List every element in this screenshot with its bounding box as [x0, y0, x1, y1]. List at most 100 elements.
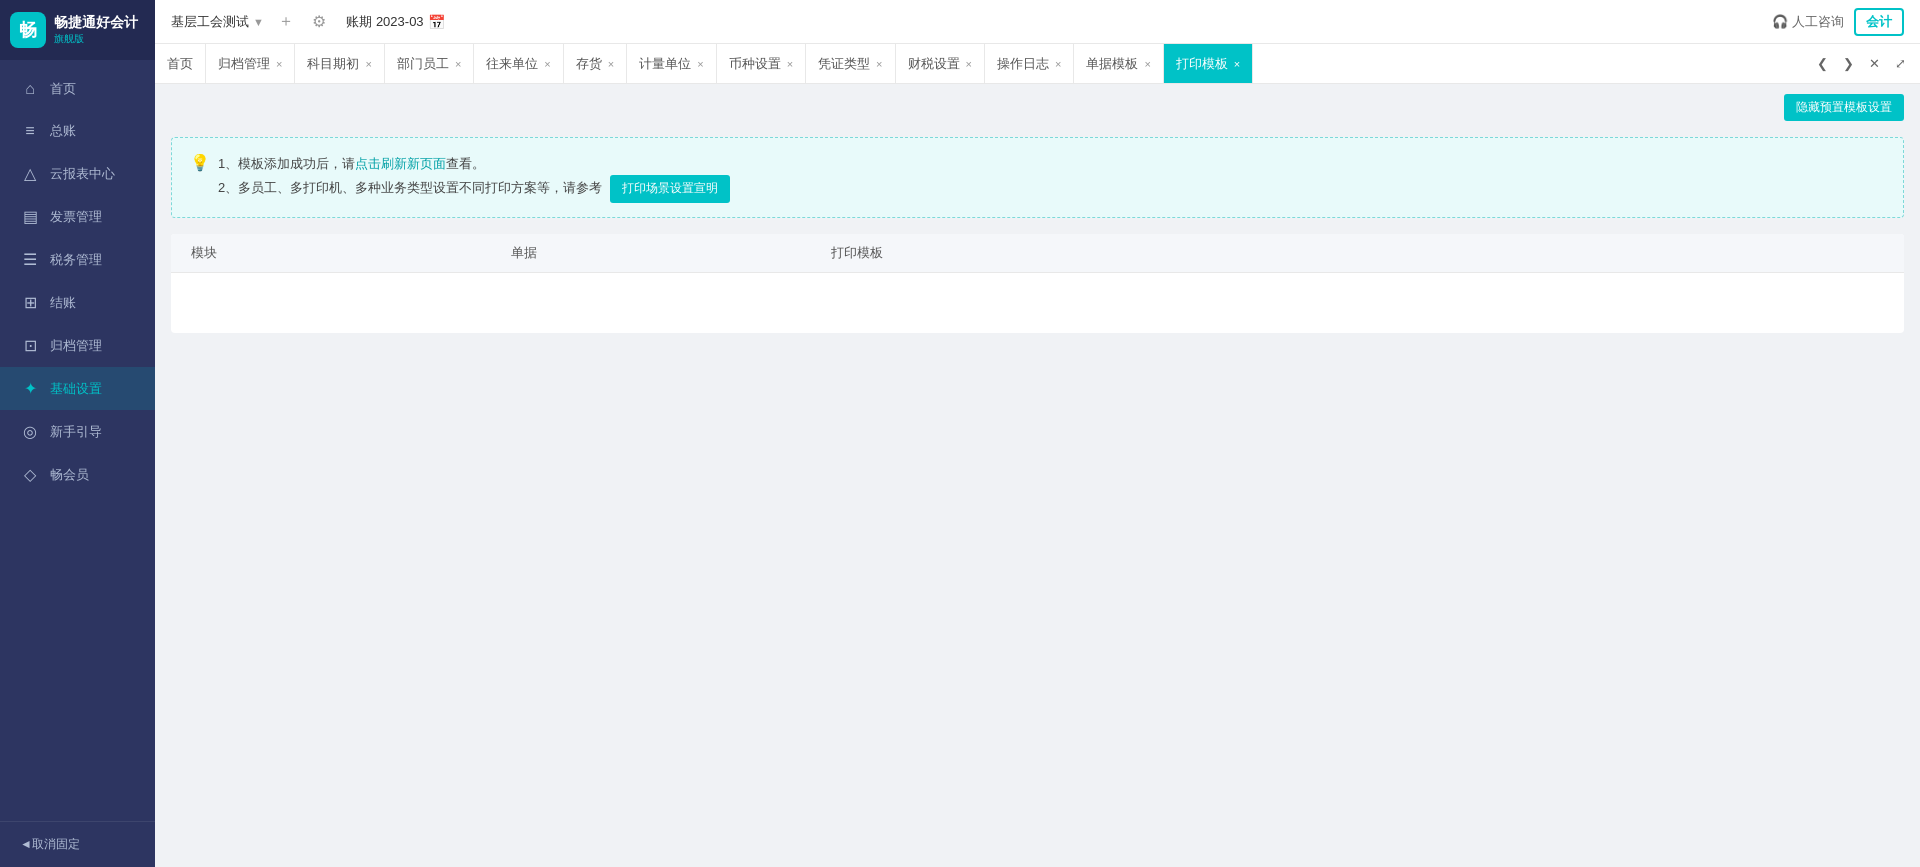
- topbar-period: 账期 2023-03 📅: [346, 13, 445, 31]
- tab-measure-unit[interactable]: 计量单位 ×: [627, 44, 716, 83]
- tab-close-measure-unit[interactable]: ×: [697, 58, 703, 70]
- sidebar-item-settings[interactable]: ✦ 基础设置: [0, 367, 155, 410]
- tab-label-supplier: 往来单位: [486, 55, 538, 73]
- sidebar-label-member: 畅会员: [50, 466, 89, 484]
- tabbar-controls: ❮ ❯ ✕ ⤢: [1802, 44, 1920, 83]
- tab-currency[interactable]: 币种设置 ×: [717, 44, 806, 83]
- tab-label-op-log: 操作日志: [997, 55, 1049, 73]
- logo-icon: 畅: [10, 12, 46, 48]
- settings-icon: ✦: [20, 379, 40, 398]
- member-icon: ◇: [20, 465, 40, 484]
- tab-voucher-type[interactable]: 凭证类型×: [806, 44, 895, 83]
- notice-line1: 1、模板添加成功后，请点击刷新新页面查看。: [218, 152, 730, 175]
- guide-icon: ◎: [20, 422, 40, 441]
- tab-close-voucher-type[interactable]: ×: [876, 58, 882, 70]
- tab-label-home: 首页: [167, 55, 193, 73]
- notice-refresh-link[interactable]: 点击刷新新页面: [355, 156, 446, 171]
- sidebar-item-tax[interactable]: ☰税务管理: [0, 238, 155, 281]
- sidebar-label-settings: 基础设置: [50, 380, 102, 398]
- customer-service-button[interactable]: 🎧 人工咨询: [1772, 13, 1844, 31]
- sidebar-label-report: 云报表中心: [50, 165, 115, 183]
- hide-preview-template-button[interactable]: 隐藏预置模板设置: [1784, 94, 1904, 121]
- tab-supplier[interactable]: 往来单位 ×: [474, 44, 563, 83]
- sidebar-footer-cancel-pin[interactable]: ◄取消固定: [0, 821, 155, 867]
- tab-close-print-template[interactable]: ×: [1234, 58, 1240, 70]
- sidebar-label-invoice: 发票管理: [50, 208, 102, 226]
- notice-content: 💡 1、模板添加成功后，请点击刷新新页面查看。 2、多员工、多打印机、多种业务类…: [190, 152, 1885, 203]
- tab-label-currency: 币种设置: [729, 55, 781, 73]
- tab-dept-staff[interactable]: 部门员工×: [385, 44, 474, 83]
- period-label: 账期: [346, 13, 372, 31]
- invoice-icon: ▤: [20, 207, 40, 226]
- tab-label-measure-unit: 计量单位: [639, 55, 691, 73]
- tab-single-template[interactable]: 单据模板×: [1074, 44, 1163, 83]
- company-dropdown-arrow: ▼: [253, 16, 264, 28]
- tab-close-archive-mgmt[interactable]: ×: [276, 58, 282, 70]
- service-label: 人工咨询: [1792, 13, 1844, 31]
- tab-close-op-log[interactable]: ×: [1055, 58, 1061, 70]
- sidebar-item-invoice[interactable]: ▤ 发票管理: [0, 195, 155, 238]
- tab-close-tax-settings[interactable]: ×: [966, 58, 972, 70]
- tab-subject-init[interactable]: 科目期初×: [295, 44, 384, 83]
- tab-print-template[interactable]: 打印模板×: [1164, 44, 1253, 83]
- col-header-template: 打印模板: [811, 244, 1904, 262]
- calendar-icon: 📅: [428, 14, 445, 30]
- tab-close-subject-init[interactable]: ×: [365, 58, 371, 70]
- sidebar-label-close: 结账: [50, 294, 76, 312]
- tab-label-archive-mgmt: 归档管理: [218, 55, 270, 73]
- sidebar-label-home: 首页: [50, 80, 76, 98]
- tab-close-inventory[interactable]: ×: [608, 58, 614, 70]
- tab-archive-mgmt[interactable]: 归档管理 ×: [206, 44, 295, 83]
- logo-title: 畅捷通好会计: [54, 14, 138, 32]
- tab-close-dept-staff[interactable]: ×: [455, 58, 461, 70]
- content-wrapper: 隐藏预置模板设置 💡 1、模板添加成功后，请点击刷新新页面查看。 2、多员工、多…: [155, 84, 1920, 867]
- sidebar-item-member[interactable]: ◇ 畅会员: [0, 453, 155, 496]
- table-header: 模块 单据 打印模板: [171, 234, 1904, 273]
- logo-subtitle: 旗舰版: [54, 32, 138, 46]
- sidebar-item-ledger[interactable]: ≡ 总账: [0, 110, 155, 152]
- tab-op-log[interactable]: 操作日志 ×: [985, 44, 1074, 83]
- tab-label-tax-settings: 财税设置: [908, 55, 960, 73]
- headset-icon: 🎧: [1772, 14, 1788, 29]
- add-tab-button[interactable]: ＋: [274, 11, 298, 32]
- settings-gear-icon[interactable]: ⚙: [308, 12, 330, 31]
- sidebar-item-guide[interactable]: ◎ 新手引导: [0, 410, 155, 453]
- tab-inventory[interactable]: 存货×: [564, 44, 627, 83]
- sidebar-item-home[interactable]: ⌂ 首页: [0, 68, 155, 110]
- tab-close-currency[interactable]: ×: [787, 58, 793, 70]
- topbar-company[interactable]: 基层工会测试 ▼: [171, 13, 264, 31]
- logo-text: 畅捷通好会计 旗舰版: [54, 14, 138, 46]
- col-header-doc: 单据: [491, 244, 811, 262]
- sidebar-label-ledger: 总账: [50, 122, 76, 140]
- cancel-pin-label: ◄取消固定: [20, 836, 80, 853]
- kuaiji-label: 会计: [1866, 14, 1892, 29]
- kuaiji-badge[interactable]: 会计: [1854, 8, 1904, 36]
- tab-close-all-button[interactable]: ✕: [1862, 52, 1886, 76]
- tab-close-single-template[interactable]: ×: [1144, 58, 1150, 70]
- tab-scroll-right-button[interactable]: ❯: [1836, 52, 1860, 76]
- tab-tax-settings[interactable]: 财税设置 ×: [896, 44, 985, 83]
- notice-line1-suffix: 查看。: [446, 156, 485, 171]
- content-inner: 💡 1、模板添加成功后，请点击刷新新页面查看。 2、多员工、多打印机、多种业务类…: [155, 121, 1920, 349]
- topbar-right: 🎧 人工咨询 会计: [1772, 8, 1904, 36]
- sidebar-label-tax: 税务管理: [50, 251, 102, 269]
- sidebar-item-close[interactable]: ⊞结账: [0, 281, 155, 324]
- sidebar-label-guide: 新手引导: [50, 423, 102, 441]
- tab-home[interactable]: 首页: [155, 44, 206, 83]
- print-scene-button[interactable]: 打印场景设置宣明: [610, 175, 730, 203]
- report-icon: △: [20, 164, 40, 183]
- sidebar-item-report[interactable]: △ 云报表中心: [0, 152, 155, 195]
- home-icon: ⌂: [20, 80, 40, 98]
- notice-line2-prefix: 2、多员工、多打印机、多种业务类型设置不同打印方案等，请参考: [218, 180, 602, 195]
- period-value: 2023-03: [376, 14, 424, 29]
- company-name: 基层工会测试: [171, 13, 249, 31]
- sidebar-nav: ⌂ 首页 ≡ 总账 △ 云报表中心 ▤ 发票管理 ☰税务管理⊞结账⊡归档管理 ✦ 基础设置 ◎ 新手引导…: [0, 60, 155, 821]
- tab-maximize-button[interactable]: ⤢: [1888, 52, 1912, 76]
- tab-scroll-left-button[interactable]: ❮: [1810, 52, 1834, 76]
- notice-text: 1、模板添加成功后，请点击刷新新页面查看。 2、多员工、多打印机、多种业务类型设…: [218, 152, 730, 203]
- tab-close-supplier[interactable]: ×: [544, 58, 550, 70]
- ledger-icon: ≡: [20, 122, 40, 140]
- sidebar-item-archive[interactable]: ⊡归档管理: [0, 324, 155, 367]
- archive-icon: ⊡: [20, 336, 40, 355]
- sidebar-logo: 畅 畅捷通好会计 旗舰版: [0, 0, 155, 60]
